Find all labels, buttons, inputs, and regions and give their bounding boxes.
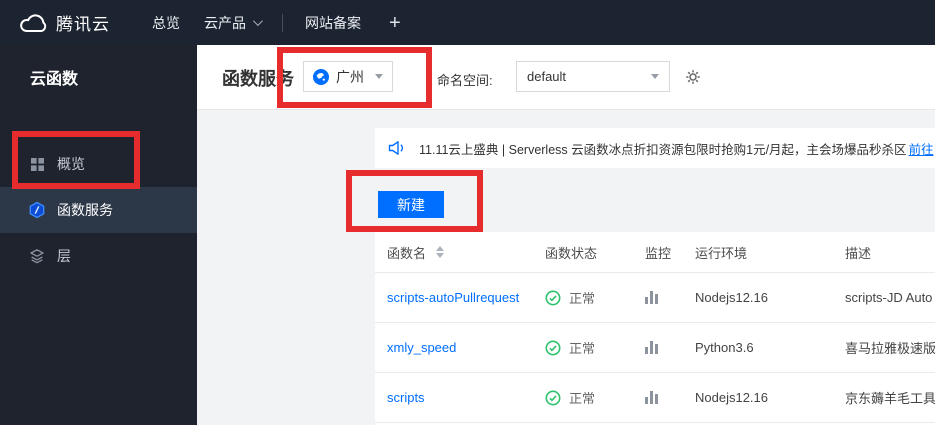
sidebar: 云函数 概览 函数服务 层 (0, 45, 197, 425)
brand-name: 腾讯云 (56, 15, 110, 34)
column-header-description: 描述 (845, 245, 872, 261)
region-value: 广州 (336, 68, 364, 85)
layers-icon (28, 247, 46, 265)
promo-banner: 11.11云上盛典 | Serverless 云函数冰点折扣资源包限时抢购1元/… (375, 128, 935, 168)
sidebar-item-label: 函数服务 (57, 202, 113, 218)
column-header-monitor: 监控 (645, 245, 672, 261)
check-circle-icon (545, 340, 561, 356)
table-header-row: 函数名 函数状态 监控 运行环境 描述 (375, 232, 935, 272)
column-header-status: 函数状态 (545, 245, 598, 261)
runtime-cell: Nodejs12.16 (695, 390, 768, 405)
table-row: xmly_speed 正常 Python3.6 喜马拉雅极速版刷 (375, 322, 935, 372)
runtime-cell: Python3.6 (695, 340, 754, 355)
function-name-link[interactable]: xmly_speed (387, 340, 456, 355)
grid-icon (28, 155, 46, 173)
sidebar-menu: 概览 函数服务 层 (0, 141, 197, 279)
top-nav-menu: 总览 云产品 网站备案 + (140, 13, 401, 33)
megaphone-icon (388, 140, 406, 156)
namespace-select[interactable]: default (516, 61, 670, 92)
sidebar-title: 云函数 (30, 71, 79, 88)
status-badge: 正常 (569, 391, 596, 406)
column-header-function-name[interactable]: 函数名 (387, 243, 545, 262)
nav-divider (282, 13, 283, 32)
check-circle-icon (545, 290, 561, 306)
function-name-link[interactable]: scripts-autoPullrequest (387, 290, 519, 305)
sidebar-item-layers[interactable]: 层 (0, 233, 197, 279)
table-row: scripts 正常 Nodejs12.16 京东薅羊毛工具 (375, 372, 935, 422)
sidebar-item-function-service[interactable]: 函数服务 (0, 187, 197, 233)
brand[interactable]: 腾讯云 (18, 10, 110, 35)
bar-chart-icon[interactable] (645, 341, 658, 354)
sort-icon[interactable] (436, 246, 445, 258)
gear-icon[interactable] (685, 69, 701, 85)
description-cell: 喜马拉雅极速版刷 (845, 341, 935, 356)
add-tab-button[interactable]: + (389, 13, 401, 33)
nav-item-website-record[interactable]: 网站备案 (293, 13, 373, 33)
runtime-cell: Nodejs12.16 (695, 290, 768, 305)
sidebar-item-label: 层 (57, 248, 71, 264)
description-cell: scripts-JD Auto F (845, 290, 935, 305)
sidebar-item-label: 概览 (57, 156, 85, 172)
nav-item-cloud-products[interactable]: 云产品 (192, 13, 272, 33)
column-header-runtime: 运行环境 (695, 245, 748, 261)
status-badge: 正常 (569, 341, 596, 356)
nav-item-overview[interactable]: 总览 (140, 13, 192, 33)
namespace-value: default (527, 69, 567, 84)
globe-icon (313, 68, 329, 85)
chevron-down-icon (375, 74, 383, 79)
check-circle-icon (545, 390, 561, 406)
banner-link[interactable]: 前往 (909, 139, 934, 158)
tencent-cloud-logo-icon (18, 12, 48, 34)
chevron-down-icon (651, 74, 659, 79)
namespace-label: 命名空间: (437, 73, 493, 88)
region-selector[interactable]: 广州 (303, 61, 393, 92)
bar-chart-icon[interactable] (645, 391, 658, 404)
content-header: 函数服务 广州 命名空间: default (197, 45, 935, 110)
description-cell: 京东薅羊毛工具 (845, 391, 935, 406)
create-button[interactable]: 新建 (378, 191, 444, 218)
status-badge: 正常 (569, 291, 596, 306)
bar-chart-icon[interactable] (645, 291, 658, 304)
page-title: 函数服务 (222, 69, 294, 89)
top-navbar: 腾讯云 总览 云产品 网站备案 + (0, 0, 935, 45)
table-row: scripts-autoPullrequest 正常 Nodejs12.16 s… (375, 272, 935, 322)
sidebar-item-overview[interactable]: 概览 (0, 141, 197, 187)
banner-text: 11.11云上盛典 | Serverless 云函数冰点折扣资源包限时抢购1元/… (419, 142, 907, 157)
functions-table: 函数名 函数状态 监控 运行环境 描述 scripts-autoPullrequ… (375, 232, 935, 425)
hexagon-function-icon (28, 201, 46, 219)
chevron-down-icon (252, 16, 263, 27)
function-name-link[interactable]: scripts (387, 390, 425, 405)
